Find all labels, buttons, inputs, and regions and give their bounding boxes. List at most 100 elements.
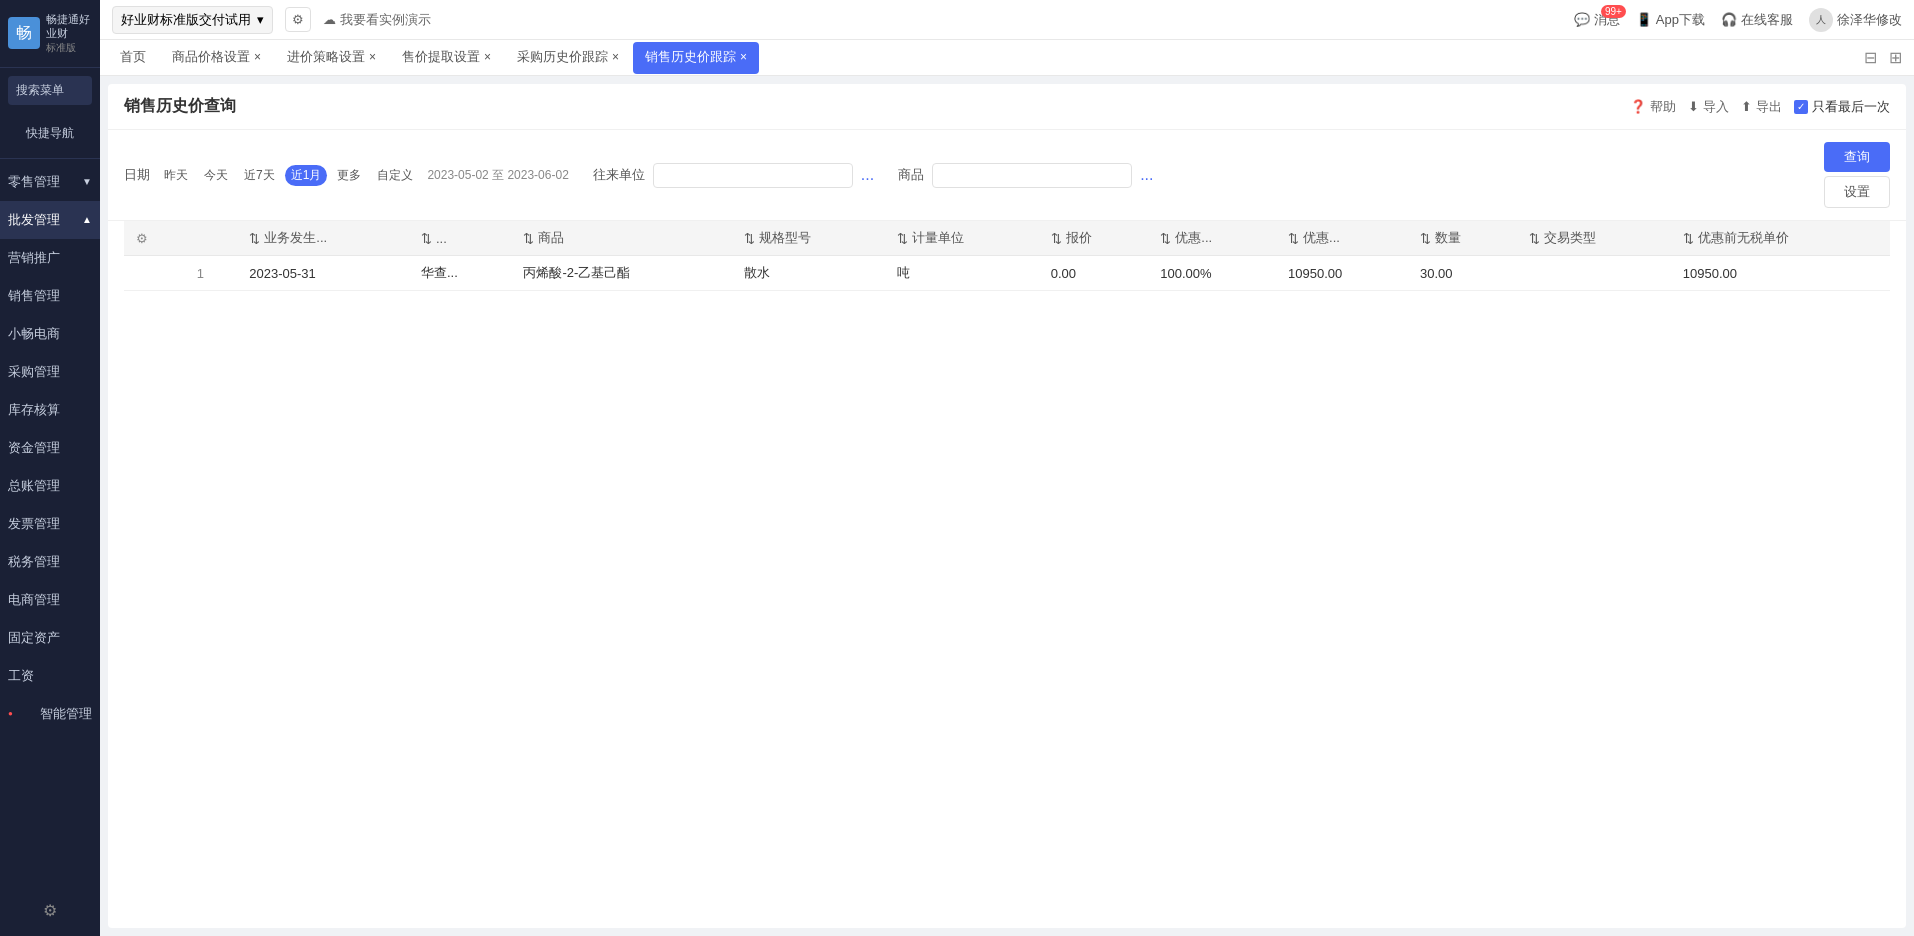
tab-home[interactable]: 首页: [108, 42, 158, 74]
tab-minimize-button[interactable]: ⊟: [1860, 46, 1881, 69]
tab-close-icon[interactable]: ×: [740, 50, 747, 64]
chevron-down-icon: ▾: [257, 12, 264, 27]
col-trade-type[interactable]: ⇅ 交易类型: [1517, 221, 1670, 256]
sidebar-item-salary[interactable]: 工资: [0, 657, 100, 695]
filter-settings-button[interactable]: 设置: [1824, 176, 1890, 208]
demo-link[interactable]: ☁ 我要看实例演示: [323, 11, 431, 29]
date-filter-group: 日期 昨天 今天 近7天 近1月 更多 自定义 2023-05-02 至 202…: [124, 165, 569, 186]
tab-sales-history[interactable]: 销售历史价跟踪 ×: [633, 42, 759, 74]
sort-icon: ⇅: [1160, 231, 1171, 246]
col-spec[interactable]: ⇅ 规格型号: [732, 221, 885, 256]
date-last7-button[interactable]: 近7天: [238, 165, 281, 186]
help-button[interactable]: ❓ 帮助: [1630, 98, 1676, 116]
tabs-bar: 首页 商品价格设置 × 进价策略设置 × 售价提取设置 × 采购历史价跟踪 × …: [100, 40, 1914, 76]
export-button[interactable]: ⬆ 导出: [1741, 98, 1782, 116]
sidebar-item-ledger[interactable]: 总账管理: [0, 467, 100, 505]
settings-gear-button[interactable]: ⚙: [285, 7, 311, 32]
only-last-checkbox[interactable]: ✓ 只看最后一次: [1794, 98, 1890, 116]
date-custom-button[interactable]: 自定义: [371, 165, 419, 186]
sort-icon: ⇅: [1051, 231, 1062, 246]
product-dots-button[interactable]: ...: [1140, 166, 1153, 184]
online-service-button[interactable]: 🎧 在线客服: [1721, 11, 1793, 29]
cell-num: 1: [185, 256, 238, 291]
tab-price-strategy[interactable]: 进价策略设置 ×: [275, 42, 388, 74]
date-more-button[interactable]: 更多: [331, 165, 367, 186]
cell-trade-type: [1517, 256, 1670, 291]
header-actions: ❓ 帮助 ⬇ 导入 ⬆ 导出 ✓ 只看最后一次: [1630, 98, 1890, 116]
col-qty[interactable]: ⇅ 数量: [1408, 221, 1518, 256]
avatar: 人: [1809, 8, 1833, 32]
col-biz-date[interactable]: ⇅ 业务发生...: [237, 221, 409, 256]
product-input[interactable]: [932, 163, 1132, 188]
tab-price-extract[interactable]: 售价提取设置 ×: [390, 42, 503, 74]
product-filter-label: 商品: [898, 166, 924, 184]
sort-icon: ⇅: [523, 231, 534, 246]
col-discount1[interactable]: ⇅ 优惠...: [1148, 221, 1276, 256]
sidebar-item-sales[interactable]: 销售管理: [0, 277, 100, 315]
date-yesterday-button[interactable]: 昨天: [158, 165, 194, 186]
checkbox-icon: ✓: [1794, 100, 1808, 114]
sidebar-item-assets[interactable]: 固定资产: [0, 619, 100, 657]
tab-close-icon[interactable]: ×: [612, 50, 619, 64]
col-unit[interactable]: ⇅ 计量单位: [885, 221, 1038, 256]
sidebar-item-retail[interactable]: 零售管理 ▼: [0, 163, 100, 201]
import-button[interactable]: ⬇ 导入: [1688, 98, 1729, 116]
message-badge: 99+: [1601, 5, 1626, 18]
query-button[interactable]: 查询: [1824, 142, 1890, 172]
col-product[interactable]: ⇅ 商品: [511, 221, 732, 256]
col-discount2[interactable]: ⇅ 优惠...: [1276, 221, 1408, 256]
col-extra[interactable]: ⇅ ...: [409, 221, 512, 256]
table-gear-icon[interactable]: ⚙: [136, 231, 148, 246]
date-today-button[interactable]: 今天: [198, 165, 234, 186]
tab-purchase-history[interactable]: 采购历史价跟踪 ×: [505, 42, 631, 74]
from-unit-dots-button[interactable]: ...: [861, 166, 874, 184]
content-header: 销售历史价查询 ❓ 帮助 ⬇ 导入 ⬆ 导出 ✓: [108, 84, 1906, 130]
sidebar-item-tax[interactable]: 税务管理: [0, 543, 100, 581]
sort-icon: ⇅: [421, 231, 432, 246]
sidebar-item-ecommerce[interactable]: 电商管理: [0, 581, 100, 619]
tab-close-icon[interactable]: ×: [369, 50, 376, 64]
sidebar-item-ecommerce-small[interactable]: 小畅电商: [0, 315, 100, 353]
app-download-button[interactable]: 📱 App下载: [1636, 11, 1705, 29]
page-title: 销售历史价查询: [124, 96, 236, 117]
sort-icon: ⇅: [1683, 231, 1694, 246]
sort-icon: ⇅: [897, 231, 908, 246]
version-label: 好业财标准版交付试用: [121, 11, 251, 29]
data-table: ⚙ ⇅ 业务发生... ⇅: [124, 221, 1890, 291]
col-gear[interactable]: ⚙: [124, 221, 185, 256]
version-selector[interactable]: 好业财标准版交付试用 ▾: [112, 6, 273, 34]
cell-unit: 吨: [885, 256, 1038, 291]
tab-expand-button[interactable]: ⊞: [1885, 46, 1906, 69]
sidebar-divider: [0, 158, 100, 159]
tab-close-icon[interactable]: ×: [254, 50, 261, 64]
sidebar-item-finance[interactable]: 资金管理: [0, 429, 100, 467]
tab-product-price[interactable]: 商品价格设置 ×: [160, 42, 273, 74]
tab-close-icon[interactable]: ×: [484, 50, 491, 64]
quick-nav-button[interactable]: 快捷导航: [8, 117, 92, 150]
message-button[interactable]: 💬 消息 99+: [1574, 11, 1620, 29]
cell-product: 丙烯酸-2-乙基己酯: [511, 256, 732, 291]
col-pretax-price[interactable]: ⇅ 优惠前无税单价: [1671, 221, 1890, 256]
cell-extra: 华查...: [409, 256, 512, 291]
chevron-down-icon: ▼: [82, 176, 92, 187]
cloud-icon: ☁: [323, 12, 336, 27]
sidebar-item-wholesale[interactable]: 批发管理 ▲: [0, 201, 100, 239]
search-menu-button[interactable]: 搜索菜单: [8, 76, 92, 105]
cell-gear: [124, 256, 185, 291]
cell-discount1: 100.00%: [1148, 256, 1276, 291]
date-last1m-button[interactable]: 近1月: [285, 165, 328, 186]
export-icon: ⬆: [1741, 99, 1752, 114]
sidebar-item-marketing[interactable]: 营销推广: [0, 239, 100, 277]
content-area: 销售历史价查询 ❓ 帮助 ⬇ 导入 ⬆ 导出 ✓: [108, 84, 1906, 928]
user-info[interactable]: 人 徐泽华修改: [1809, 8, 1902, 32]
sidebar-item-inventory[interactable]: 库存核算: [0, 391, 100, 429]
sidebar-item-purchase[interactable]: 采购管理: [0, 353, 100, 391]
table-row[interactable]: 1 2023-05-31 华查... 丙烯酸-2-乙基己酯 散水 吨 0.00 …: [124, 256, 1890, 291]
from-unit-input[interactable]: [653, 163, 853, 188]
sidebar-settings-button[interactable]: ⚙: [8, 893, 92, 928]
sidebar-item-invoice[interactable]: 发票管理: [0, 505, 100, 543]
sidebar-item-smart[interactable]: 智能管理: [0, 695, 100, 733]
tabs-actions: ⊟ ⊞: [1860, 46, 1906, 69]
date-filter-label: 日期: [124, 166, 150, 184]
col-price[interactable]: ⇅ 报价: [1039, 221, 1149, 256]
